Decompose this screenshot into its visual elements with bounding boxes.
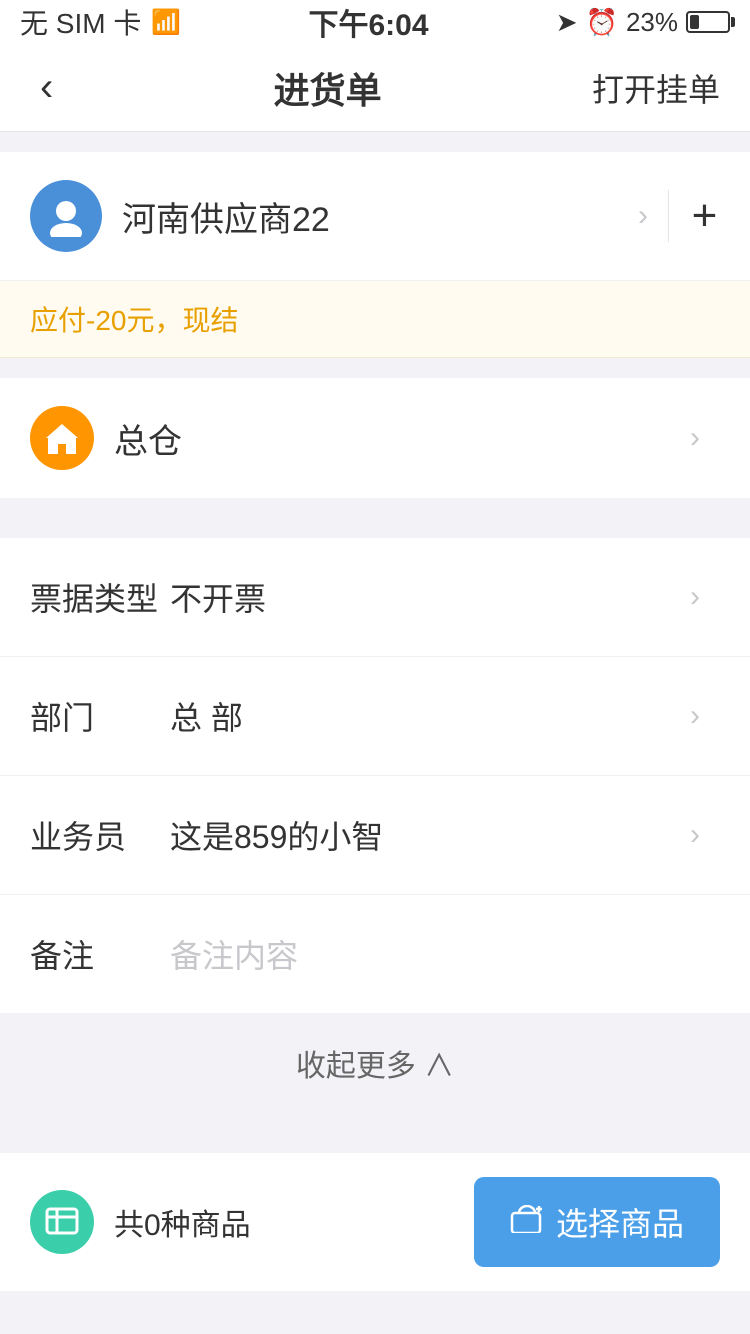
- remark-label: 备注: [30, 931, 170, 977]
- select-goods-button[interactable]: 选择商品: [474, 1177, 720, 1267]
- supplier-name: 河南供应商22: [122, 192, 638, 241]
- supplier-notice: 应付-20元，现结: [0, 281, 750, 358]
- form-section: 票据类型 不开票 › 部门 总 部 › 业务员 这是859的小智 › 备注 备注…: [0, 538, 750, 1013]
- status-bar: 无 SIM 卡 📶 下午6:04 ➤ ⏰ 23%: [0, 0, 750, 44]
- location-icon: ➤: [556, 7, 578, 38]
- select-goods-label: 选择商品: [556, 1199, 684, 1245]
- remark-input[interactable]: 备注内容: [170, 931, 720, 977]
- invoice-row[interactable]: 票据类型 不开票 ›: [0, 538, 750, 657]
- dept-label: 部门: [30, 693, 170, 739]
- wifi-icon: 📶: [151, 8, 181, 37]
- warehouse-name: 总仓: [114, 414, 690, 463]
- product-count-icon: [30, 1190, 94, 1254]
- page-title: 进货单: [274, 62, 382, 114]
- section-gap-3: [0, 498, 750, 518]
- sales-value: 这是859的小智: [170, 812, 690, 858]
- back-button[interactable]: ‹: [30, 55, 63, 120]
- dept-row[interactable]: 部门 总 部 ›: [0, 657, 750, 776]
- product-count-text: 共0种商品: [114, 1200, 474, 1244]
- remark-row[interactable]: 备注 备注内容: [0, 895, 750, 1013]
- supplier-row[interactable]: 河南供应商22 › +: [0, 152, 750, 281]
- supplier-chevron-icon: ›: [638, 199, 648, 233]
- supplier-card: 河南供应商22 › + 应付-20元，现结: [0, 152, 750, 358]
- sales-chevron-icon: ›: [690, 818, 700, 852]
- select-goods-icon: [510, 1204, 544, 1241]
- warehouse-chevron-icon: ›: [690, 421, 700, 455]
- shopping-bag-icon: [510, 1205, 544, 1233]
- carrier-text: 无 SIM 卡: [20, 2, 141, 42]
- status-right: ➤ ⏰ 23%: [556, 7, 730, 38]
- alarm-icon: ⏰: [586, 7, 618, 38]
- bottom-bar: 共0种商品 选择商品: [0, 1153, 750, 1291]
- sales-label: 业务员: [30, 812, 170, 858]
- supplier-avatar: [30, 180, 102, 252]
- battery-percent: 23%: [626, 7, 678, 38]
- nav-bar: ‹ 进货单 打开挂单: [0, 44, 750, 132]
- dept-chevron-icon: ›: [690, 699, 700, 733]
- invoice-chevron-icon: ›: [690, 580, 700, 614]
- open-pending-button[interactable]: 打开挂单: [592, 65, 720, 111]
- invoice-label: 票据类型: [30, 574, 170, 620]
- battery-icon: [686, 11, 730, 33]
- dept-value: 总 部: [170, 693, 690, 739]
- add-supplier-button[interactable]: +: [668, 190, 720, 242]
- status-left: 无 SIM 卡 📶: [20, 2, 181, 42]
- warehouse-row[interactable]: 总仓 ›: [0, 378, 750, 498]
- sales-row[interactable]: 业务员 这是859的小智 ›: [0, 776, 750, 895]
- collapse-button[interactable]: 收起更多 ∧: [0, 1013, 750, 1113]
- cart-icon: [43, 1203, 81, 1241]
- warehouse-card: 总仓 ›: [0, 378, 750, 498]
- status-time: 下午6:04: [308, 0, 428, 44]
- section-gap-2: [0, 358, 750, 378]
- warehouse-icon: [30, 406, 94, 470]
- house-icon: [44, 420, 80, 456]
- avatar-icon: [45, 195, 87, 237]
- section-gap-1: [0, 132, 750, 152]
- invoice-value: 不开票: [170, 574, 690, 620]
- section-gap-4: [0, 1113, 750, 1133]
